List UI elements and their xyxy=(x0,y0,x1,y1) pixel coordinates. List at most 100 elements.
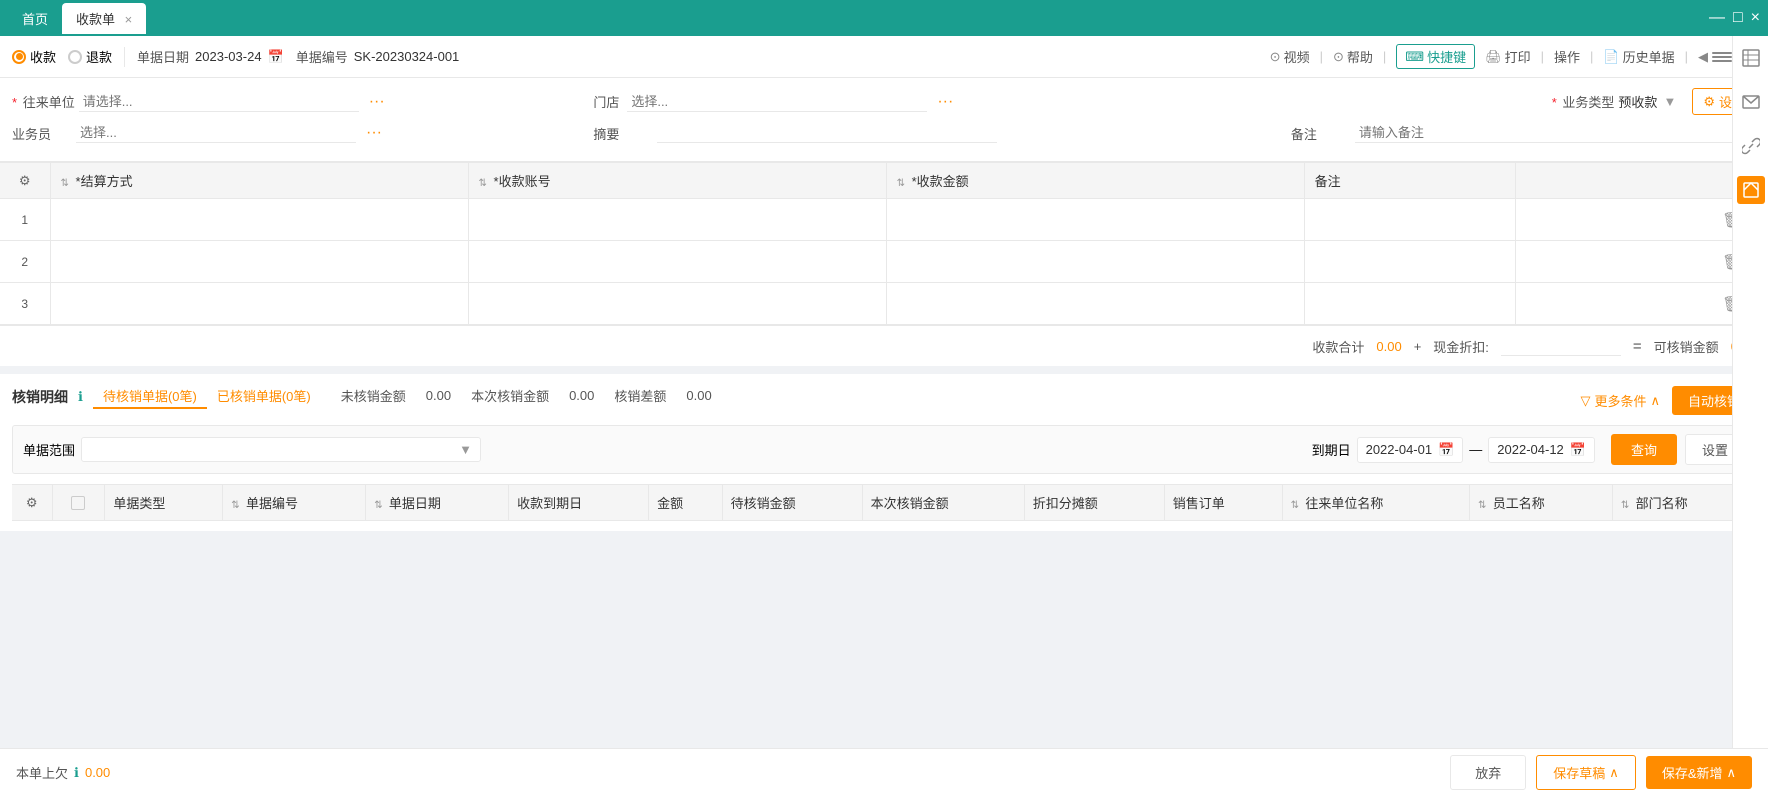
form-area: * 往来单位 ··· 门店 ··· * 业务类型 预收款 ▼ ⚙ 设置 xyxy=(0,78,1768,162)
more-conditions-label: 更多条件 xyxy=(1594,391,1646,410)
row1-amount[interactable] xyxy=(886,199,1304,241)
tab-close-icon[interactable]: × xyxy=(125,12,133,27)
main-table-wrapper: ⚙ ⇅ *结算方式 ⇅ *收款账号 ⇅ *收款金额 备注 操 xyxy=(0,162,1768,325)
save-draft-btn[interactable]: 保存草稿 ∧ xyxy=(1536,755,1636,790)
remarks-field: 备注 xyxy=(1291,123,1756,143)
verify-section: 核销明细 ℹ 待核销单据(0笔) 已核销单据(0笔) 未核销金额 0.00 本次… xyxy=(0,374,1768,531)
row3-remarks[interactable] xyxy=(1304,283,1515,325)
help-btn[interactable]: ⊙ 帮助 xyxy=(1333,47,1373,66)
radio-refund[interactable]: 退款 xyxy=(68,47,112,66)
filter-range-select[interactable]: ▼ xyxy=(81,437,481,462)
dept-name-sort-icon: ⇅ xyxy=(1621,500,1629,511)
window-close-btn[interactable]: × xyxy=(1751,9,1760,27)
bth-gear: ⚙ xyxy=(12,485,52,521)
bth-due-date-label: 收款到期日 xyxy=(517,496,582,511)
prev-icon[interactable]: ◀ xyxy=(1698,49,1708,65)
row1-num: 1 xyxy=(0,199,50,241)
from-unit-more-btn[interactable]: ··· xyxy=(369,93,385,111)
th-ops: 操作 xyxy=(1515,163,1768,199)
row2-settlement[interactable] xyxy=(50,241,468,283)
select-all-checkbox[interactable] xyxy=(71,496,85,510)
bth-due-date: 收款到期日 xyxy=(509,485,649,521)
date-to-input[interactable]: 2022-04-12 📅 xyxy=(1488,437,1595,463)
bth-discount: 折扣分摊额 xyxy=(1024,485,1164,521)
footer-info-icon[interactable]: ℹ xyxy=(74,765,79,781)
row3-settlement[interactable] xyxy=(50,283,468,325)
summary-input[interactable] xyxy=(657,123,997,143)
radio-collection[interactable]: 收款 xyxy=(12,47,56,66)
form-row-1: * 往来单位 ··· 门店 ··· * 业务类型 预收款 ▼ ⚙ 设置 xyxy=(12,88,1756,115)
window-max-btn[interactable]: □ xyxy=(1733,9,1743,27)
ops-btn[interactable]: 操作 xyxy=(1554,47,1580,66)
row1-remarks[interactable] xyxy=(1304,199,1515,241)
draft-arrow-icon: ∧ xyxy=(1609,765,1619,781)
th-remarks: 备注 xyxy=(1304,163,1515,199)
discount-input[interactable] xyxy=(1501,336,1621,356)
history-icon: 📄 xyxy=(1603,49,1619,65)
history-btn[interactable]: 📄 历史单据 xyxy=(1603,47,1674,66)
bottom-gear-icon[interactable]: ⚙ xyxy=(20,495,44,511)
sidebar-table-icon[interactable] xyxy=(1737,44,1765,72)
tab-pending[interactable]: 待核销单据(0笔) xyxy=(93,384,207,409)
row3-account[interactable] xyxy=(468,283,886,325)
store-input[interactable] xyxy=(627,92,927,112)
sidebar-link-icon[interactable] xyxy=(1737,132,1765,160)
date-from-input[interactable]: 2022-04-01 📅 xyxy=(1357,437,1464,463)
bth-discount-label: 折扣分摊额 xyxy=(1033,496,1098,511)
print-btn[interactable]: 🖨 打印 xyxy=(1485,47,1531,66)
table-row: 1 🗑 ⧉ xyxy=(0,199,1768,241)
radio-collection-label: 收款 xyxy=(30,47,56,66)
more-conditions-btn[interactable]: ▽ 更多条件 ∧ xyxy=(1580,391,1660,410)
row2-actions: 🗑 ⧉ xyxy=(1526,253,1758,271)
table-header-row: ⚙ ⇅ *结算方式 ⇅ *收款账号 ⇅ *收款金额 备注 操 xyxy=(0,163,1768,199)
summary-field: 摘要 xyxy=(593,123,1291,143)
row1-settlement[interactable] xyxy=(50,199,468,241)
date-field: 单据日期 2023-03-24 📅 xyxy=(137,47,284,66)
date-to-calendar-icon[interactable]: 📅 xyxy=(1570,442,1586,458)
staff-more-btn[interactable]: ··· xyxy=(366,124,382,142)
radio-refund-dot xyxy=(68,50,82,64)
biz-type-select[interactable]: 预收款 ▼ xyxy=(1618,92,1676,111)
bth-current: 本次核销金额 xyxy=(862,485,1024,521)
row1-account[interactable] xyxy=(468,199,886,241)
save-new-label: 保存&新增 xyxy=(1662,763,1723,782)
verify-info-icon[interactable]: ℹ xyxy=(78,389,83,405)
row3-num: 3 xyxy=(0,283,50,325)
footer-actions: 放弃 保存草稿 ∧ 保存&新增 ∧ xyxy=(1450,755,1752,790)
layout-list-icon[interactable] xyxy=(1712,49,1732,65)
sidebar-mail-icon[interactable] xyxy=(1737,88,1765,116)
tab-done[interactable]: 已核销单据(0笔) xyxy=(207,384,321,409)
calendar-icon[interactable]: 📅 xyxy=(268,49,284,65)
history-label: 历史单据 xyxy=(1623,47,1675,66)
query-btn[interactable]: 查询 xyxy=(1611,434,1677,465)
tab-home[interactable]: 首页 xyxy=(8,3,62,34)
total-value: 0.00 xyxy=(1376,339,1401,354)
settlement-sort-icon: ⇅ xyxy=(61,178,69,189)
staff-input[interactable] xyxy=(76,123,356,143)
radio-refund-label: 退款 xyxy=(86,47,112,66)
row2-account[interactable] xyxy=(468,241,886,283)
store-more-btn[interactable]: ··· xyxy=(937,93,953,111)
table-gear-icon[interactable]: ⚙ xyxy=(10,173,40,189)
row2-remarks[interactable] xyxy=(1304,241,1515,283)
video-btn[interactable]: ⊙ 视频 xyxy=(1270,47,1310,66)
plus-sign: + xyxy=(1414,339,1422,354)
page-footer: 本单上欠 ℹ 0.00 放弃 保存草稿 ∧ 保存&新增 ∧ xyxy=(0,748,1768,796)
remarks-input[interactable] xyxy=(1355,123,1756,143)
available-label: 可核销金额 xyxy=(1654,337,1719,356)
bottom-header-row: ⚙ 单据类型 ⇅ 单据编号 ⇅ 单据日期 xyxy=(12,485,1756,521)
date-from-calendar-icon[interactable]: 📅 xyxy=(1438,442,1454,458)
window-min-btn[interactable]: — xyxy=(1709,9,1725,27)
filter-range-field: 单据范围 ▼ xyxy=(23,437,1296,462)
sidebar-expand-icon[interactable] xyxy=(1737,176,1765,204)
shortcut-btn[interactable]: ⌨ 快捷键 xyxy=(1396,44,1475,69)
discard-btn[interactable]: 放弃 xyxy=(1450,755,1526,790)
save-new-btn[interactable]: 保存&新增 ∧ xyxy=(1646,756,1752,789)
row2-amount[interactable] xyxy=(886,241,1304,283)
from-unit-input[interactable] xyxy=(79,92,359,112)
verify-tabs: 待核销单据(0笔) 已核销单据(0笔) xyxy=(93,384,321,409)
tab-current[interactable]: 收款单 × xyxy=(62,3,146,34)
footer-order-value: 0.00 xyxy=(85,765,110,780)
row3-amount[interactable] xyxy=(886,283,1304,325)
form-row-2: 业务员 ··· 摘要 备注 xyxy=(12,123,1756,143)
